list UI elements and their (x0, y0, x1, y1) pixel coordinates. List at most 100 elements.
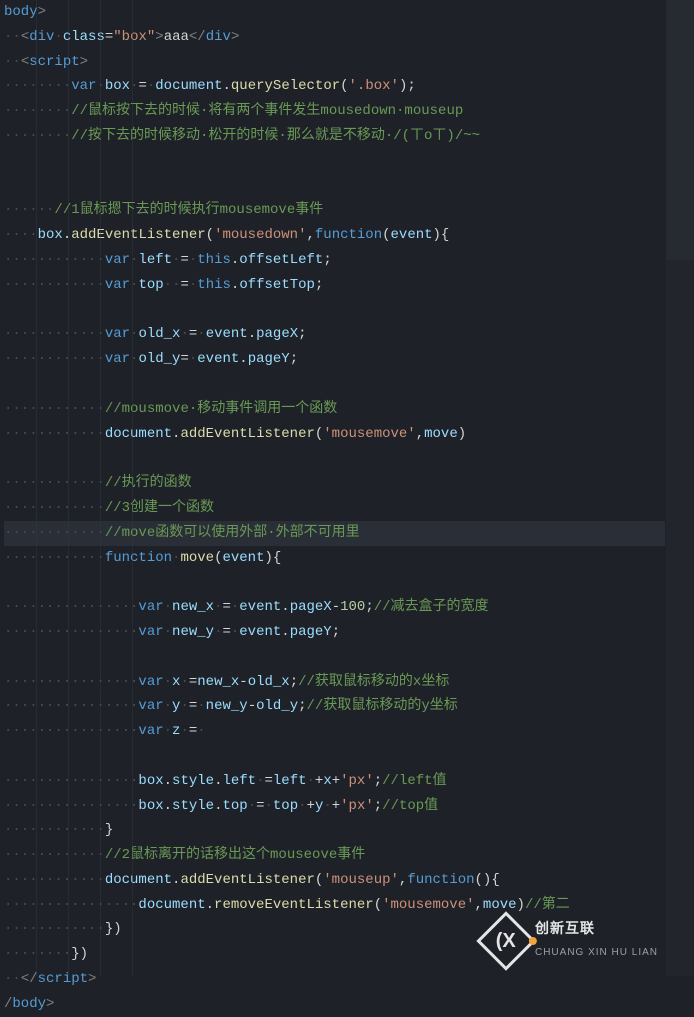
code-line[interactable] (4, 174, 665, 199)
token-str: 'mousedown' (214, 227, 306, 243)
code-line[interactable]: ················var·new_x·=·event.pageX-… (4, 595, 665, 620)
token-var: event (206, 326, 248, 342)
token-dots: · (180, 674, 188, 690)
code-line[interactable]: ············var·top··=·this.offsetTop; (4, 273, 665, 298)
token-var: event (239, 599, 281, 615)
token-punct: ; (374, 773, 382, 789)
token-dots: · (265, 798, 273, 814)
token-cmt: //mousmove·移动事件调用一个函数 (105, 401, 337, 417)
code-line[interactable]: ············//2鼠标离开的话移出这个mouseove事件 (4, 843, 665, 868)
token-punct: = (180, 252, 188, 268)
code-line[interactable]: ··</script> (4, 967, 665, 992)
token-punct: = (222, 599, 230, 615)
token-elem: div (29, 29, 54, 45)
token-var: new_x (197, 674, 239, 690)
token-var: box (138, 798, 163, 814)
token-var: old_y (256, 698, 298, 714)
code-line[interactable]: ······//1鼠标摁下去的时候执行mousemove事件 (4, 198, 665, 223)
code-line[interactable] (4, 149, 665, 174)
code-line[interactable] (4, 645, 665, 670)
code-line[interactable]: ····box.addEventListener('mousedown',fun… (4, 223, 665, 248)
token-punct: ( (374, 897, 382, 913)
token-punct: ; (290, 351, 298, 367)
code-line[interactable]: ················var·x·=new_x-old_x;//获取鼠… (4, 670, 665, 695)
token-elem: script (38, 971, 88, 987)
token-punct: ; (315, 277, 323, 293)
code-line[interactable]: ············document.addEventListener('m… (4, 868, 665, 893)
code-line[interactable]: ················box.style.top·=·top·+y·+… (4, 794, 665, 819)
token-punct: + (332, 798, 340, 814)
token-kw: var (71, 78, 96, 94)
token-var: document (138, 897, 205, 913)
code-line[interactable]: ················var·y·=·new_y-old_y;//获取… (4, 694, 665, 719)
logo-text-primary: 创新互联 (535, 916, 658, 941)
token-punct: ) (458, 426, 466, 442)
code-line[interactable]: ················var·new_y·=·event.pageY; (4, 620, 665, 645)
code-line[interactable]: ················document.removeEventList… (4, 893, 665, 918)
code-editor-pane[interactable]: body>··<div·class="box">aaa</div>··<scri… (0, 0, 665, 976)
token-punct: - (248, 698, 256, 714)
token-kw: function (105, 550, 172, 566)
token-var: pageX (290, 599, 332, 615)
token-dots: · (54, 29, 62, 45)
code-line[interactable]: ············//move函数可以使用外部·外部不可用里 (4, 521, 665, 546)
token-num: 100 (340, 599, 365, 615)
token-tag: > (80, 54, 88, 70)
token-dots: · (164, 723, 172, 739)
token-dots: · (164, 599, 172, 615)
code-line[interactable]: ········//按下去的时候移动·松开的时候·那么就是不移动·/(ㄒoㄒ)/… (4, 124, 665, 149)
token-var: event (239, 624, 281, 640)
code-line[interactable]: /body> (4, 992, 665, 1017)
token-kw: this (197, 252, 231, 268)
code-line[interactable]: ············} (4, 818, 665, 843)
token-punct: . (164, 798, 172, 814)
code-line[interactable]: body> (4, 0, 665, 25)
token-punct: ; (374, 798, 382, 814)
code-line[interactable] (4, 298, 665, 323)
token-dots: · (298, 798, 306, 814)
token-dots: ·· (164, 277, 181, 293)
code-line[interactable] (4, 372, 665, 397)
code-line[interactable]: ············var·left·=·this.offsetLeft; (4, 248, 665, 273)
token-str: '.box' (349, 78, 399, 94)
minimap-scrollbar[interactable] (666, 0, 694, 976)
token-tag: </ (189, 29, 206, 45)
code-line[interactable]: ············//3创建一个函数 (4, 496, 665, 521)
code-line[interactable]: ············//mousmove·移动事件调用一个函数 (4, 397, 665, 422)
token-txt: aaa (164, 29, 189, 45)
token-punct: = (180, 351, 188, 367)
code-line[interactable] (4, 446, 665, 471)
watermark-logo: (X 创新互联 CHUANG XIN HU LIAN (485, 916, 658, 966)
token-cmt: //2鼠标离开的话移出这个mouseove事件 (105, 847, 365, 863)
code-line[interactable]: ············function·move(event){ (4, 546, 665, 571)
code-line[interactable]: ··<div·class="box">aaa</div> (4, 25, 665, 50)
code-line[interactable]: ············//执行的函数 (4, 471, 665, 496)
token-punct: ; (332, 624, 340, 640)
code-line[interactable]: ············var·old_x·=·event.pageX; (4, 322, 665, 347)
code-line[interactable]: ············document.addEventListener('m… (4, 422, 665, 447)
code-line[interactable]: ················var·z·=· (4, 719, 665, 744)
token-punct: = (189, 674, 197, 690)
code-line[interactable]: ················box.style.left·=left·+x+… (4, 769, 665, 794)
minimap-viewport-indicator[interactable] (666, 0, 694, 260)
token-dots: · (197, 698, 205, 714)
token-tag: > (155, 29, 163, 45)
token-punct: ( (382, 227, 390, 243)
token-str: 'px' (340, 773, 374, 789)
token-kw: var (138, 698, 163, 714)
code-line[interactable]: ··<script> (4, 50, 665, 75)
token-punct: = (189, 723, 197, 739)
token-var: old_y (138, 351, 180, 367)
token-cmt: //1鼠标摁下去的时候执行mousemove事件 (54, 202, 323, 218)
token-punct: , (416, 426, 424, 442)
token-kw: var (105, 277, 130, 293)
code-line[interactable]: ········var·box·=·document.querySelector… (4, 74, 665, 99)
code-line[interactable]: ········//鼠标按下去的时候·将有两个事件发生mousedown·mou… (4, 99, 665, 124)
token-dots: · (180, 698, 188, 714)
token-var: style (172, 798, 214, 814)
code-line[interactable] (4, 570, 665, 595)
token-fn: addEventListener (180, 426, 314, 442)
token-punct: . (248, 326, 256, 342)
code-line[interactable] (4, 744, 665, 769)
code-line[interactable]: ············var·old_y=·event.pageY; (4, 347, 665, 372)
